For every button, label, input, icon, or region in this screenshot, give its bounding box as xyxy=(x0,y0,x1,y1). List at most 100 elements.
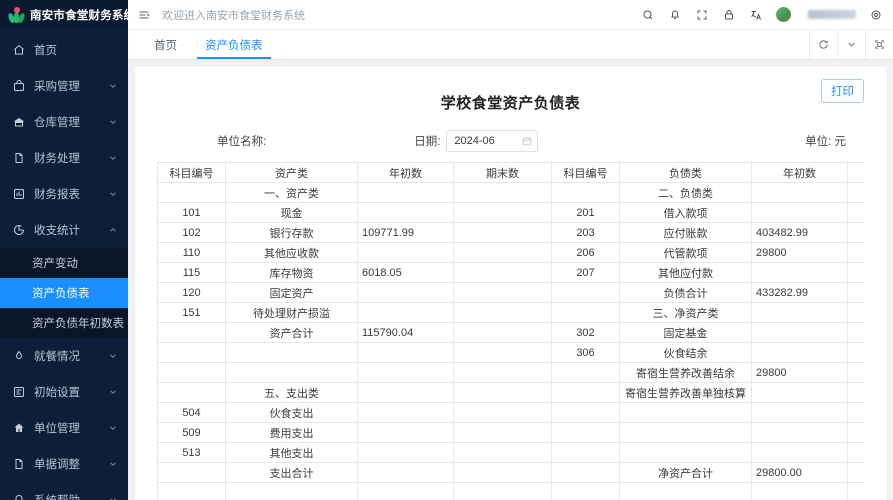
cell-liab-code[interactable]: 206 xyxy=(551,242,620,263)
translate-icon[interactable] xyxy=(749,8,763,22)
cell-asset-begin[interactable]: 109771.99 xyxy=(357,222,454,243)
cell-asset-end[interactable] xyxy=(453,482,552,500)
cell-asset-name[interactable]: 一、资产类 xyxy=(225,182,358,203)
cell-asset-end[interactable] xyxy=(453,462,552,483)
chevron-down-icon[interactable] xyxy=(837,30,865,59)
cell-liab-name[interactable]: 净资产合计 xyxy=(619,462,752,483)
sidebar-item-initial-settings[interactable]: 初始设置 xyxy=(0,374,128,410)
cell-liab-begin[interactable] xyxy=(751,182,848,203)
cell-asset-begin[interactable] xyxy=(357,382,454,403)
cell-liab-code[interactable] xyxy=(551,182,620,203)
cell-liab-code[interactable]: 207 xyxy=(551,262,620,283)
table-row[interactable]: 120 固定资产 负债合计 433282.99 xyxy=(157,282,865,303)
cell-asset-end[interactable] xyxy=(453,202,552,223)
cell-asset-begin[interactable] xyxy=(357,202,454,223)
cell-liab-end[interactable] xyxy=(847,242,865,263)
tab-home[interactable]: 首页 xyxy=(140,30,191,59)
cell-asset-begin[interactable] xyxy=(357,242,454,263)
cell-asset-begin[interactable] xyxy=(357,462,454,483)
cell-liab-begin[interactable] xyxy=(751,342,848,363)
cell-liab-name[interactable]: 借入款项 xyxy=(619,202,752,223)
fullscreen-icon[interactable] xyxy=(695,8,709,22)
cell-asset-code[interactable]: 115 xyxy=(157,262,226,283)
cell-asset-begin[interactable] xyxy=(357,302,454,323)
sidebar-item-finance-report[interactable]: 财务报表 xyxy=(0,176,128,212)
cell-asset-name[interactable]: 其他支出 xyxy=(225,442,358,463)
sidebar-subitem-balance-sheet[interactable]: 资产负债表 xyxy=(0,278,128,308)
cell-asset-end[interactable] xyxy=(453,242,552,263)
cell-liab-end[interactable] xyxy=(847,382,865,403)
cell-liab-code[interactable] xyxy=(551,482,620,500)
cell-asset-code[interactable] xyxy=(157,342,226,363)
lock-icon[interactable] xyxy=(722,8,736,22)
cell-liab-begin[interactable]: 29800.00 xyxy=(751,462,848,483)
gear-icon[interactable] xyxy=(869,8,883,22)
cell-liab-name[interactable] xyxy=(619,482,752,500)
cell-liab-end[interactable] xyxy=(847,342,865,363)
cell-liab-end[interactable] xyxy=(847,202,865,223)
cell-liab-begin[interactable] xyxy=(751,442,848,463)
cell-asset-end[interactable] xyxy=(453,322,552,343)
avatar[interactable] xyxy=(776,7,792,22)
cell-asset-end[interactable] xyxy=(453,442,552,463)
cell-asset-begin[interactable] xyxy=(357,182,454,203)
cell-liab-end[interactable] xyxy=(847,182,865,203)
table-row[interactable]: 支出合计 净资产合计 29800.00 xyxy=(157,462,865,483)
cell-liab-end[interactable] xyxy=(847,462,865,483)
cell-asset-begin[interactable] xyxy=(357,342,454,363)
cell-liab-begin[interactable] xyxy=(751,482,848,500)
sidebar-item-system-help[interactable]: 系统帮助 xyxy=(0,482,128,500)
cell-liab-begin[interactable]: 29800 xyxy=(751,242,848,263)
sidebar-item-warehouse[interactable]: 仓库管理 xyxy=(0,104,128,140)
cell-liab-end[interactable] xyxy=(847,282,865,303)
cell-liab-end[interactable] xyxy=(847,302,865,323)
cell-asset-name[interactable]: 现金 xyxy=(225,202,358,223)
cell-asset-end[interactable] xyxy=(453,302,552,323)
refresh-icon[interactable] xyxy=(809,30,837,59)
sidebar-item-home[interactable]: 首页 xyxy=(0,32,128,68)
table-row[interactable]: 一、资产类 二、负债类 xyxy=(157,182,865,203)
sidebar-item-document-adjust[interactable]: 单据调整 xyxy=(0,446,128,482)
sidebar-item-dining[interactable]: 就餐情况 xyxy=(0,338,128,374)
table-row[interactable]: 151 待处理财产损溢 三、净资产类 xyxy=(157,302,865,323)
menu-collapse-icon[interactable] xyxy=(136,7,152,23)
cell-liab-begin[interactable] xyxy=(751,202,848,223)
table-row[interactable]: 513 其他支出 xyxy=(157,442,865,463)
cell-asset-code[interactable]: 101 xyxy=(157,202,226,223)
cell-asset-name[interactable] xyxy=(225,342,358,363)
cell-asset-end[interactable] xyxy=(453,362,552,383)
cell-asset-code[interactable]: 509 xyxy=(157,422,226,443)
cell-liab-begin[interactable] xyxy=(751,382,848,403)
cell-liab-code[interactable]: 302 xyxy=(551,322,620,343)
search-icon[interactable] xyxy=(641,8,655,22)
cell-asset-name[interactable] xyxy=(225,362,358,383)
table-row[interactable]: 509 费用支出 xyxy=(157,422,865,443)
sidebar-item-income-expense-stats[interactable]: 收支统计 xyxy=(0,212,128,248)
cell-asset-name[interactable]: 固定资产 xyxy=(225,282,358,303)
cell-asset-begin[interactable] xyxy=(357,422,454,443)
cell-asset-code[interactable]: 151 xyxy=(157,302,226,323)
cell-liab-end[interactable] xyxy=(847,422,865,443)
cell-asset-code[interactable] xyxy=(157,362,226,383)
cell-liab-name[interactable]: 伙食结余 xyxy=(619,342,752,363)
tab-balance-sheet[interactable]: 资产负债表 xyxy=(191,30,277,59)
cell-liab-begin[interactable] xyxy=(751,302,848,323)
cell-asset-code[interactable] xyxy=(157,182,226,203)
cell-asset-code[interactable]: 504 xyxy=(157,402,226,423)
cell-liab-name[interactable]: 代管款项 xyxy=(619,242,752,263)
cell-asset-name[interactable]: 支出合计 xyxy=(225,462,358,483)
cell-asset-begin[interactable]: 6018.05 xyxy=(357,262,454,283)
cell-liab-code[interactable]: 203 xyxy=(551,222,620,243)
cell-liab-name[interactable]: 其他应付款 xyxy=(619,262,752,283)
cell-asset-name[interactable]: 待处理财产损溢 xyxy=(225,302,358,323)
cell-asset-name[interactable]: 五、支出类 xyxy=(225,382,358,403)
cell-asset-name[interactable]: 其他应收款 xyxy=(225,242,358,263)
cell-asset-code[interactable] xyxy=(157,462,226,483)
sidebar-subitem-asset-change[interactable]: 资产变动 xyxy=(0,248,128,278)
cell-liab-code[interactable] xyxy=(551,302,620,323)
cell-liab-code[interactable]: 201 xyxy=(551,202,620,223)
sidebar-item-finance-process[interactable]: 财务处理 xyxy=(0,140,128,176)
cell-asset-code[interactable] xyxy=(157,322,226,343)
table-row[interactable]: 115 库存物资 6018.05 207 其他应付款 xyxy=(157,262,865,283)
cell-liab-begin[interactable]: 433282.99 xyxy=(751,282,848,303)
